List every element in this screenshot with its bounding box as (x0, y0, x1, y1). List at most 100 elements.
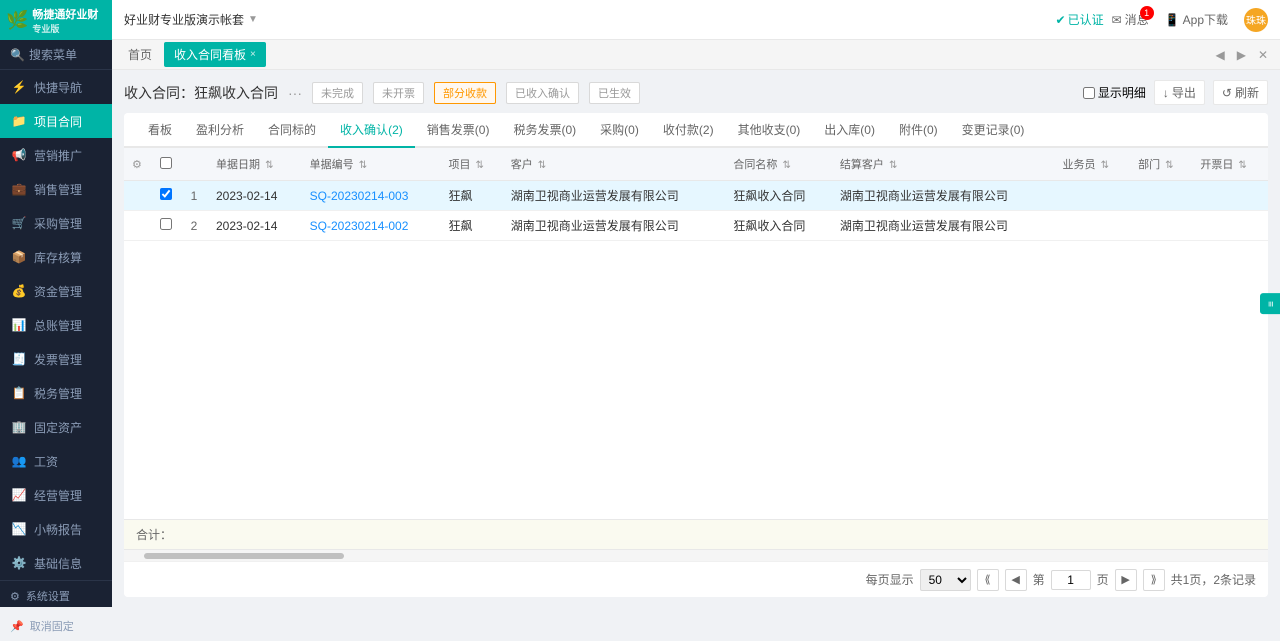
row-checkbox[interactable] (160, 218, 172, 230)
record-link[interactable]: SQ-20230214-002 (310, 219, 409, 233)
sidebar-item-purchase[interactable]: 🛒 采购管理 (0, 206, 112, 240)
sidebar-item-marketing[interactable]: 📢 营销推广 (0, 138, 112, 172)
th-open-date[interactable]: 开票日 ⇅ (1192, 148, 1268, 181)
tab-contract-standard[interactable]: 合同标的 (256, 113, 328, 148)
sidebar-item-basic[interactable]: ⚙️ 基础信息 (0, 546, 112, 580)
select-all-checkbox[interactable] (160, 157, 172, 169)
sidebar-item-project[interactable]: 📁 项目合同 (0, 104, 112, 138)
status-confirmed[interactable]: 已收入确认 (506, 82, 579, 104)
tab-home[interactable]: 首页 (120, 42, 160, 67)
tab-outbound[interactable]: 出入库(0) (812, 113, 887, 148)
sidebar-item-inventory[interactable]: 📦 库存核算 (0, 240, 112, 274)
sidebar-item-hr[interactable]: 👥 工资 (0, 444, 112, 478)
right-panel[interactable]: ≡ (1260, 293, 1280, 315)
sidebar-item-general[interactable]: 📊 总账管理 (0, 308, 112, 342)
status-effective[interactable]: 已生效 (589, 82, 640, 104)
th-contract-name[interactable]: 合同名称 ⇅ (725, 148, 832, 181)
sort-dept-icon[interactable]: ⇅ (1165, 160, 1173, 171)
th-rownum (180, 148, 208, 181)
td-settings (124, 181, 152, 211)
tax-icon: 📋 (10, 384, 28, 402)
page-prev-button[interactable]: ◀ (1005, 569, 1027, 591)
status-partial[interactable]: 部分收款 (434, 82, 496, 104)
tab-income-contract[interactable]: 收入合同看板 × (164, 42, 266, 67)
contract-title: 收入合同：狂飙收入合同 (124, 83, 278, 103)
record-link[interactable]: SQ-20230214-003 (310, 189, 409, 203)
export-button[interactable]: ↓ 导出 (1154, 80, 1205, 105)
th-project[interactable]: 项目 ⇅ (440, 148, 502, 181)
tab-purchase[interactable]: 采购(0) (588, 113, 651, 148)
user-menu[interactable]: 珠珠 (1244, 8, 1268, 32)
row-checkbox[interactable] (160, 188, 172, 200)
page-input[interactable] (1051, 570, 1091, 590)
tab-change-log[interactable]: 变更记录(0) (950, 113, 1037, 148)
tab-sales-invoice[interactable]: 销售发票(0) (415, 113, 502, 148)
right-panel-icon: ≡ (1265, 301, 1276, 307)
per-page-select[interactable]: 50 10 20 100 (920, 569, 971, 591)
sort-contract-icon[interactable]: ⇅ (782, 160, 790, 171)
table-row[interactable]: 1 2023-02-14 SQ-20230214-003 狂飙 湖南卫视商业运营… (124, 181, 1268, 211)
page-next-button[interactable]: ▶ (1115, 569, 1137, 591)
sidebar-item-biz[interactable]: 📈 经营管理 (0, 478, 112, 512)
detail-checkbox-input[interactable] (1083, 87, 1095, 99)
th-number[interactable]: 单据编号 ⇅ (302, 148, 441, 181)
scrollbar-thumb[interactable] (144, 553, 344, 559)
page-first-button[interactable]: ⟪ (977, 569, 999, 591)
purchase-label: 采购 (600, 123, 624, 137)
page-last-button[interactable]: ⟫ (1143, 569, 1165, 591)
sort-end-customer-icon[interactable]: ⇅ (889, 160, 897, 171)
sidebar-item-fixed-assets[interactable]: 🏢 固定资产 (0, 410, 112, 444)
more-icon[interactable]: ··· (288, 85, 302, 101)
sort-project-icon[interactable]: ⇅ (476, 160, 484, 171)
th-end-customer[interactable]: 结算客户 ⇅ (832, 148, 1055, 181)
tab-tax-invoice[interactable]: 税务发票(0) (501, 113, 588, 148)
logo-icon: 🌿 (6, 10, 28, 31)
sidebar-bottom-cancel-fixed[interactable]: 📌 取消固定 (0, 611, 112, 641)
status-uninvoice[interactable]: 未开票 (373, 82, 424, 104)
tab-income-confirm[interactable]: 收入确认(2) (328, 113, 415, 148)
tab-attachment[interactable]: 附件(0) (887, 113, 950, 148)
app-download-button[interactable]: 📱 App下载 (1165, 11, 1228, 28)
td-end-customer: 湖南卫视商业运营发展有限公司 (832, 181, 1055, 211)
sidebar-item-quick-nav[interactable]: ⚡ 快捷导航 (0, 70, 112, 104)
tab-next-icon[interactable]: ▶ (1233, 46, 1250, 64)
column-settings-icon[interactable]: ⚙ (132, 159, 142, 171)
tab-profit[interactable]: 盈利分析 (184, 113, 256, 148)
sort-salesperson-icon[interactable]: ⇅ (1101, 160, 1109, 171)
status-unfinish[interactable]: 未完成 (312, 82, 363, 104)
phone-icon: 📱 (1165, 13, 1180, 27)
th-dept[interactable]: 部门 ⇅ (1130, 148, 1192, 181)
th-salesperson[interactable]: 业务员 ⇅ (1055, 148, 1131, 181)
tab-prev-icon[interactable]: ◀ (1211, 46, 1228, 64)
show-detail-checkbox[interactable]: 显示明细 (1083, 84, 1146, 101)
tab-other-income[interactable]: 其他收支(0) (726, 113, 813, 148)
company-dropdown-icon[interactable]: ▼ (248, 14, 258, 25)
sort-customer-icon[interactable]: ⇅ (538, 160, 546, 171)
table-row[interactable]: 2 2023-02-14 SQ-20230214-002 狂飙 湖南卫视商业运营… (124, 211, 1268, 241)
th-date[interactable]: 单据日期 ⇅ (208, 148, 302, 181)
th-end-customer-label: 结算客户 (840, 159, 884, 171)
page-info: 共1页，2条记录 (1171, 571, 1256, 588)
message-button[interactable]: ✉ 消息 1 (1112, 11, 1149, 28)
sidebar-item-invoice[interactable]: 🧾 发票管理 (0, 342, 112, 376)
tab-kanban[interactable]: 看板 (136, 113, 184, 148)
sort-open-date-icon[interactable]: ⇅ (1238, 160, 1246, 171)
sidebar-item-sales[interactable]: 💼 销售管理 (0, 172, 112, 206)
cancel-fixed-label: 取消固定 (30, 618, 74, 634)
sidebar-item-tax[interactable]: 📋 税务管理 (0, 376, 112, 410)
tabbar: 首页 收入合同看板 × ◀ ▶ ✕ (112, 40, 1280, 70)
td-number: SQ-20230214-003 (302, 181, 441, 211)
sort-number-icon[interactable]: ⇅ (359, 160, 367, 171)
tab-close-all-icon[interactable]: ✕ (1254, 46, 1272, 64)
tab-payment[interactable]: 收付款(2) (651, 113, 726, 148)
sort-date-icon[interactable]: ⇅ (265, 160, 273, 171)
check-icon: ✔ (1056, 13, 1066, 27)
sidebar-item-capital[interactable]: 💰 资金管理 (0, 274, 112, 308)
tab-close-icon[interactable]: × (250, 49, 256, 60)
th-customer[interactable]: 客户 ⇅ (503, 148, 726, 181)
data-table-area[interactable]: ⚙ 单据日期 ⇅ 单据编号 (124, 148, 1268, 519)
refresh-button[interactable]: ↺ 刷新 (1213, 80, 1268, 105)
sidebar-search[interactable]: 🔍 搜索菜单 (0, 40, 112, 70)
horizontal-scrollbar[interactable] (124, 549, 1268, 561)
sidebar-item-report[interactable]: 📉 小畅报告 (0, 512, 112, 546)
